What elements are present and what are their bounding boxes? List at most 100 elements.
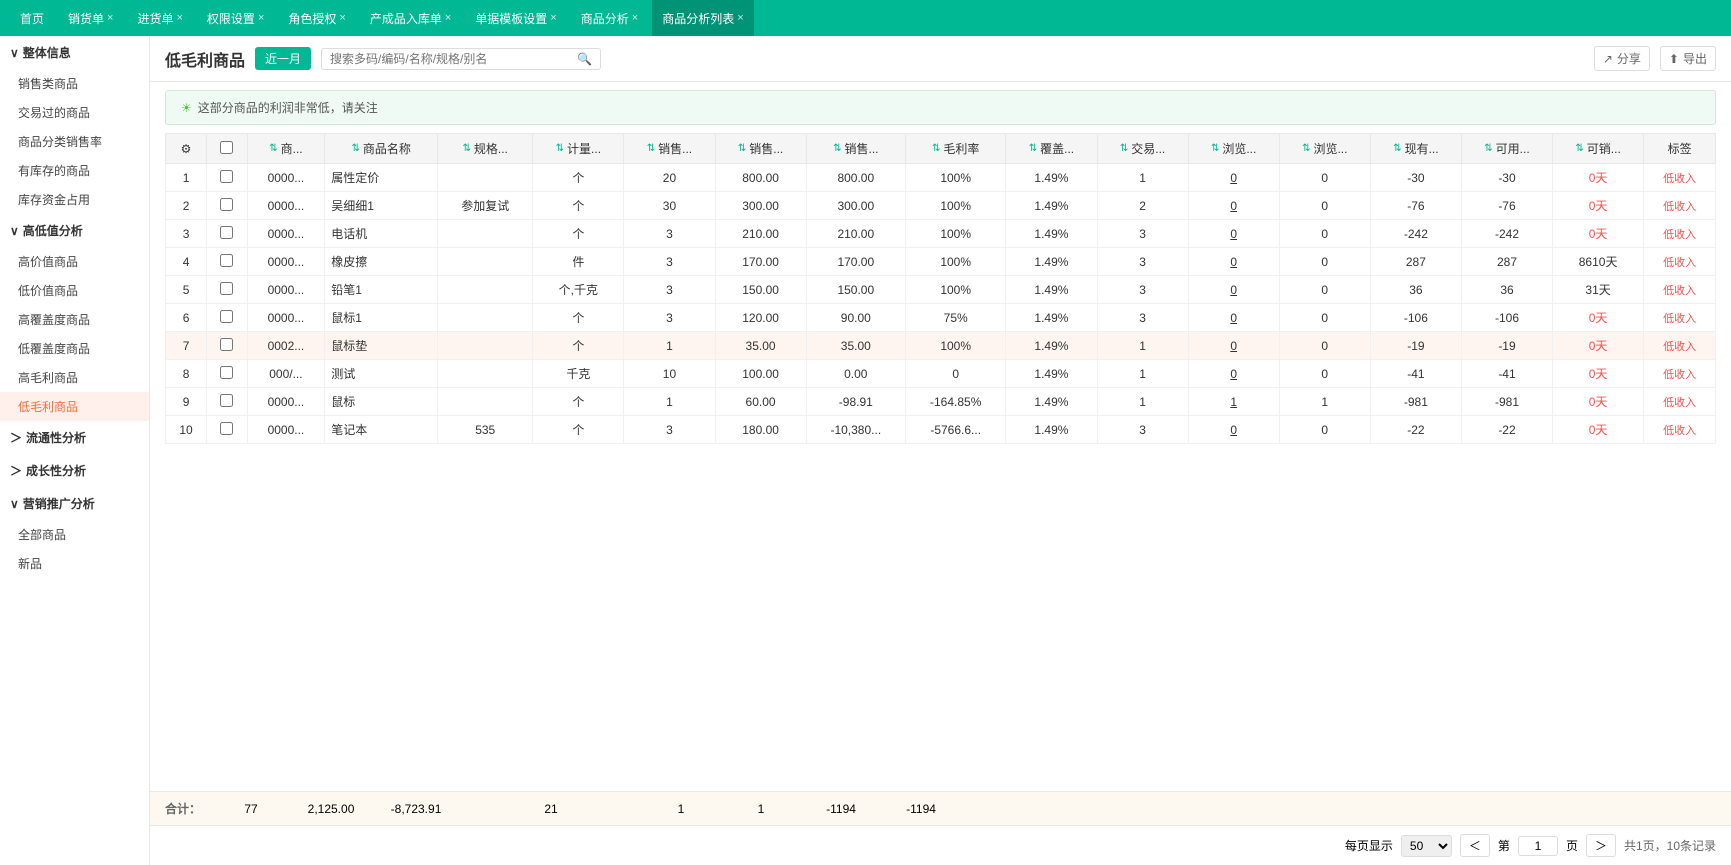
row-name[interactable]: 属性定价: [325, 164, 438, 192]
row-name[interactable]: 电话机: [325, 220, 438, 248]
sidebar-item-high-coverage[interactable]: 高覆盖度商品: [0, 305, 149, 334]
row-select-checkbox[interactable]: [220, 422, 233, 435]
row-browse1[interactable]: 1: [1188, 388, 1279, 416]
row-browse1[interactable]: 0: [1188, 164, 1279, 192]
close-icon[interactable]: ×: [107, 12, 113, 24]
row-checkbox[interactable]: [207, 164, 248, 192]
nav-role[interactable]: 角色授权 ×: [278, 0, 355, 36]
sidebar-group-marketing[interactable]: ∨ 营销推广分析: [0, 487, 149, 520]
nav-product-in[interactable]: 产成品入库单 ×: [360, 0, 461, 36]
row-name[interactable]: 鼠标垫: [325, 332, 438, 360]
col-available[interactable]: ⇅可用...: [1461, 134, 1552, 164]
row-browse1[interactable]: 0: [1188, 360, 1279, 388]
close-icon[interactable]: ×: [550, 12, 556, 24]
row-select-checkbox[interactable]: [220, 394, 233, 407]
nav-permission[interactable]: 权限设置 ×: [197, 0, 274, 36]
share-button[interactable]: ↗ 分享: [1594, 46, 1650, 71]
row-select-checkbox[interactable]: [220, 226, 233, 239]
row-browse1[interactable]: 0: [1188, 304, 1279, 332]
row-select-checkbox[interactable]: [220, 310, 233, 323]
row-checkbox[interactable]: [207, 248, 248, 276]
sidebar-group-value[interactable]: ∨ 高低值分析: [0, 214, 149, 247]
col-settings[interactable]: ⚙: [166, 134, 207, 164]
date-filter-button[interactable]: 近一月: [255, 47, 311, 70]
row-name[interactable]: 吴细细1: [325, 192, 438, 220]
nav-home[interactable]: 首页: [10, 0, 54, 36]
row-checkbox[interactable]: [207, 388, 248, 416]
sidebar-item-all-goods[interactable]: 全部商品: [0, 520, 149, 549]
sidebar-group-flow[interactable]: ＞ 流通性分析: [0, 421, 149, 454]
row-browse1[interactable]: 0: [1188, 332, 1279, 360]
row-browse1[interactable]: 0: [1188, 276, 1279, 304]
sidebar-item-high-margin[interactable]: 高毛利商品: [0, 363, 149, 392]
row-select-checkbox[interactable]: [220, 338, 233, 351]
col-salable[interactable]: ⇅可销...: [1553, 134, 1644, 164]
sidebar-item-low-value[interactable]: 低价值商品: [0, 276, 149, 305]
col-spec[interactable]: ⇅规格...: [438, 134, 533, 164]
export-button[interactable]: ⬆ 导出: [1660, 46, 1716, 71]
col-tag[interactable]: 标签: [1644, 134, 1716, 164]
row-select-checkbox[interactable]: [220, 254, 233, 267]
row-name[interactable]: 鼠标1: [325, 304, 438, 332]
sidebar-item-stock-goods[interactable]: 有库存的商品: [0, 156, 149, 185]
row-checkbox[interactable]: [207, 276, 248, 304]
row-checkbox[interactable]: [207, 192, 248, 220]
row-browse1[interactable]: 0: [1188, 192, 1279, 220]
row-checkbox[interactable]: [207, 220, 248, 248]
page-size-select[interactable]: 50 100 200: [1401, 835, 1452, 857]
sidebar-group-growth[interactable]: ＞ 成长性分析: [0, 454, 149, 487]
row-checkbox[interactable]: [207, 332, 248, 360]
sidebar-item-category-rate[interactable]: 商品分类销售率: [0, 127, 149, 156]
row-browse1[interactable]: 0: [1188, 416, 1279, 444]
sidebar-item-low-margin[interactable]: 低毛利商品: [0, 392, 149, 421]
close-icon[interactable]: ×: [632, 12, 638, 24]
row-browse1[interactable]: 0: [1188, 248, 1279, 276]
col-browse1[interactable]: ⇅浏览...: [1188, 134, 1279, 164]
row-select-checkbox[interactable]: [220, 170, 233, 183]
row-name[interactable]: 笔记本: [325, 416, 438, 444]
select-all-checkbox[interactable]: [220, 141, 233, 154]
row-name[interactable]: 鼠标: [325, 388, 438, 416]
nav-template[interactable]: 单据模板设置 ×: [465, 0, 566, 36]
close-icon[interactable]: ×: [737, 12, 743, 24]
next-page-button[interactable]: ＞: [1586, 834, 1616, 857]
close-icon[interactable]: ×: [176, 12, 182, 24]
sidebar-item-low-coverage[interactable]: 低覆盖度商品: [0, 334, 149, 363]
nav-goods-analysis-list[interactable]: 商品分析列表 ×: [652, 0, 753, 36]
row-checkbox[interactable]: [207, 304, 248, 332]
nav-sales-order[interactable]: 销货单 ×: [58, 0, 123, 36]
col-browse2[interactable]: ⇅浏览...: [1279, 134, 1370, 164]
nav-purchase-order[interactable]: 进货单 ×: [127, 0, 192, 36]
row-select-checkbox[interactable]: [220, 282, 233, 295]
row-checkbox[interactable]: [207, 416, 248, 444]
col-sale-profit[interactable]: ⇅销售...: [806, 134, 905, 164]
col-coverage[interactable]: ⇅覆盖...: [1006, 134, 1097, 164]
sidebar-item-sales-goods[interactable]: 销售类商品: [0, 69, 149, 98]
col-sale-amount[interactable]: ⇅销售...: [715, 134, 806, 164]
close-icon[interactable]: ×: [445, 12, 451, 24]
row-select-checkbox[interactable]: [220, 198, 233, 211]
row-checkbox[interactable]: [207, 360, 248, 388]
col-gross-margin[interactable]: ⇅毛利率: [905, 134, 1005, 164]
sidebar-item-new-goods[interactable]: 新品: [0, 549, 149, 578]
col-current-stock[interactable]: ⇅现有...: [1370, 134, 1461, 164]
search-input[interactable]: [330, 52, 572, 66]
current-page-input[interactable]: [1518, 836, 1558, 856]
row-browse1[interactable]: 0: [1188, 220, 1279, 248]
sidebar-item-traded-goods[interactable]: 交易过的商品: [0, 98, 149, 127]
col-checkbox[interactable]: [207, 134, 248, 164]
col-name[interactable]: ⇅商品名称: [325, 134, 438, 164]
sidebar-item-stock-capital[interactable]: 库存资金占用: [0, 185, 149, 214]
search-icon[interactable]: 🔍: [577, 52, 592, 66]
col-unit[interactable]: ⇅计量...: [533, 134, 624, 164]
row-name[interactable]: 测试: [325, 360, 438, 388]
row-name[interactable]: 橡皮擦: [325, 248, 438, 276]
prev-page-button[interactable]: ＜: [1460, 834, 1490, 857]
col-code[interactable]: ⇅商...: [247, 134, 325, 164]
row-name[interactable]: 铅笔1: [325, 276, 438, 304]
sidebar-group-overall[interactable]: ∨ 整体信息: [0, 36, 149, 69]
close-icon[interactable]: ×: [339, 12, 345, 24]
col-sale-qty[interactable]: ⇅销售...: [624, 134, 715, 164]
row-select-checkbox[interactable]: [220, 366, 233, 379]
col-transaction[interactable]: ⇅交易...: [1097, 134, 1188, 164]
